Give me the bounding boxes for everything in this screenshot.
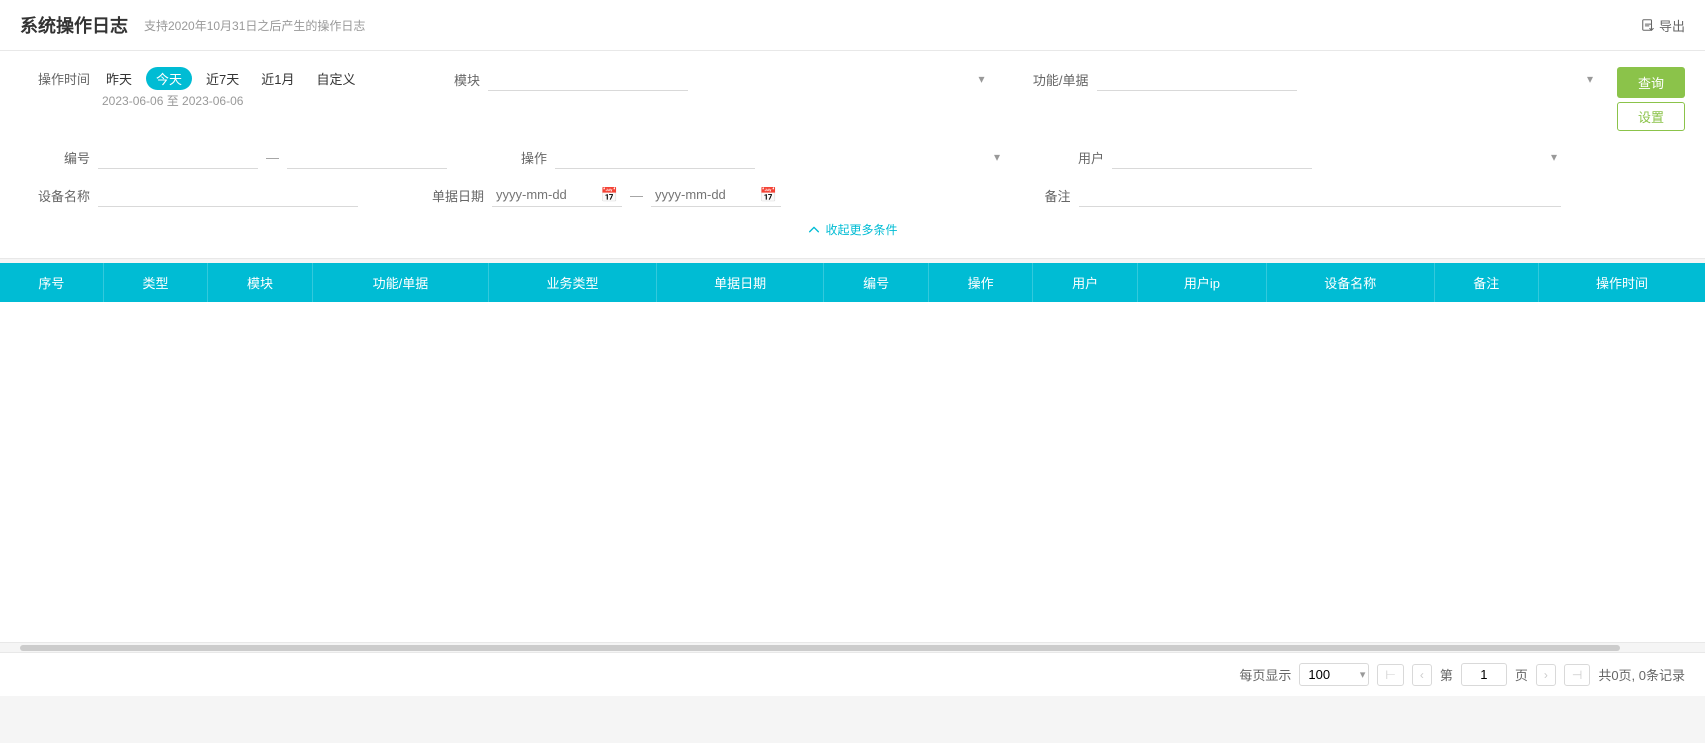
time-yesterday[interactable]: 昨天 bbox=[98, 67, 140, 90]
table-header-编号: 编号 bbox=[824, 263, 928, 302]
table-header-备注: 备注 bbox=[1434, 263, 1538, 302]
user-label: 用户 bbox=[1044, 148, 1104, 167]
page-unit: 页 bbox=[1515, 665, 1528, 684]
prev-page-button[interactable]: ‹ bbox=[1412, 664, 1432, 686]
table-header-用户ip: 用户ip bbox=[1137, 263, 1266, 302]
module-arrow-icon: ▾ bbox=[978, 72, 984, 86]
next-page-button[interactable]: › bbox=[1536, 664, 1556, 686]
module-label: 模块 bbox=[420, 70, 480, 89]
time-today[interactable]: 今天 bbox=[146, 67, 192, 90]
filter-section: 操作时间 昨天 今天 近7天 近1月 自定义 2023-06-06 至 2023… bbox=[0, 51, 1705, 259]
number-start-input[interactable] bbox=[98, 145, 258, 169]
per-page-label: 每页显示 bbox=[1239, 665, 1291, 684]
function-arrow-icon: ▾ bbox=[1587, 72, 1593, 86]
settings-button[interactable]: 设置 bbox=[1617, 102, 1685, 131]
export-icon bbox=[1641, 18, 1655, 32]
chevron-up-icon bbox=[807, 223, 821, 237]
query-button[interactable]: 查询 bbox=[1617, 67, 1685, 98]
first-page-button[interactable]: ⊢ bbox=[1377, 664, 1403, 686]
user-select[interactable] bbox=[1112, 145, 1312, 169]
number-dash: — bbox=[266, 150, 279, 165]
device-input[interactable] bbox=[98, 183, 358, 207]
time-7days[interactable]: 近7天 bbox=[198, 67, 247, 90]
number-label: 编号 bbox=[20, 148, 90, 167]
device-label: 设备名称 bbox=[20, 186, 90, 205]
total-info: 共0页, 0条记录 bbox=[1598, 665, 1685, 684]
operation-label: 操作 bbox=[487, 148, 547, 167]
scrollbar-thumb bbox=[20, 645, 1620, 651]
page-input[interactable] bbox=[1461, 663, 1507, 686]
time-buttons: 昨天 今天 近7天 近1月 自定义 bbox=[98, 67, 364, 90]
page-label: 第 bbox=[1440, 665, 1453, 684]
table-header-用户: 用户 bbox=[1033, 263, 1137, 302]
table-header-业务类型: 业务类型 bbox=[489, 263, 657, 302]
export-label: 导出 bbox=[1659, 16, 1685, 35]
page-title: 系统操作日志 bbox=[20, 12, 128, 38]
table-header-功能/单据: 功能/单据 bbox=[312, 263, 488, 302]
page-header: 系统操作日志 支持2020年10月31日之后产生的操作日志 导出 bbox=[0, 0, 1705, 51]
time-1month[interactable]: 近1月 bbox=[253, 67, 302, 90]
empty-area bbox=[0, 302, 1705, 642]
remark-label: 备注 bbox=[1011, 186, 1071, 205]
calendar-start-icon[interactable]: 📅 bbox=[601, 187, 618, 204]
page-size-select[interactable]: 10 20 50 100 200 bbox=[1299, 663, 1369, 686]
horizontal-scrollbar[interactable] bbox=[0, 642, 1705, 652]
number-end-input[interactable] bbox=[287, 145, 447, 169]
table-section: 序号类型模块功能/单据业务类型单据日期编号操作用户用户ip设备名称备注操作时间 bbox=[0, 263, 1705, 642]
operation-select[interactable] bbox=[555, 145, 755, 169]
time-range-text: 2023-06-06 至 2023-06-06 bbox=[102, 94, 243, 108]
date-dash: — bbox=[630, 188, 643, 203]
table-header-单据日期: 单据日期 bbox=[656, 263, 824, 302]
table-header-模块: 模块 bbox=[208, 263, 312, 302]
data-table: 序号类型模块功能/单据业务类型单据日期编号操作用户用户ip设备名称备注操作时间 bbox=[0, 263, 1705, 302]
table-header-序号: 序号 bbox=[0, 263, 103, 302]
module-select[interactable] bbox=[488, 67, 688, 91]
table-header-操作时间: 操作时间 bbox=[1539, 263, 1705, 302]
time-custom[interactable]: 自定义 bbox=[309, 67, 364, 90]
collapse-label: 收起更多条件 bbox=[825, 221, 897, 238]
last-page-button[interactable]: ⊣ bbox=[1564, 664, 1590, 686]
table-header-row: 序号类型模块功能/单据业务类型单据日期编号操作用户用户ip设备名称备注操作时间 bbox=[0, 263, 1705, 302]
function-label: 功能/单据 bbox=[1029, 70, 1089, 89]
table-header-设备名称: 设备名称 bbox=[1266, 263, 1434, 302]
user-arrow-icon: ▾ bbox=[1551, 150, 1557, 164]
table-header-类型: 类型 bbox=[103, 263, 207, 302]
page-subtitle: 支持2020年10月31日之后产生的操作日志 bbox=[144, 17, 365, 34]
voucher-date-label: 单据日期 bbox=[420, 186, 484, 205]
collapse-bar[interactable]: 收起更多条件 bbox=[20, 215, 1685, 242]
page-size-wrap: 10 20 50 100 200 ▾ bbox=[1299, 663, 1369, 686]
time-label: 操作时间 bbox=[20, 69, 90, 88]
date-end-wrap: 📅 bbox=[651, 183, 781, 207]
number-range: — bbox=[98, 145, 447, 169]
date-start-wrap: 📅 bbox=[492, 183, 622, 207]
pagination-bar: 每页显示 10 20 50 100 200 ▾ ⊢ ‹ 第 页 › ⊣ 共0页,… bbox=[0, 652, 1705, 696]
export-button[interactable]: 导出 bbox=[1641, 16, 1685, 35]
function-select[interactable] bbox=[1097, 67, 1297, 91]
remark-input[interactable] bbox=[1079, 183, 1562, 207]
action-buttons: 查询 设置 bbox=[1617, 67, 1685, 131]
operation-arrow-icon: ▾ bbox=[994, 150, 1000, 164]
calendar-end-icon[interactable]: 📅 bbox=[760, 187, 777, 204]
table-header-操作: 操作 bbox=[928, 263, 1032, 302]
